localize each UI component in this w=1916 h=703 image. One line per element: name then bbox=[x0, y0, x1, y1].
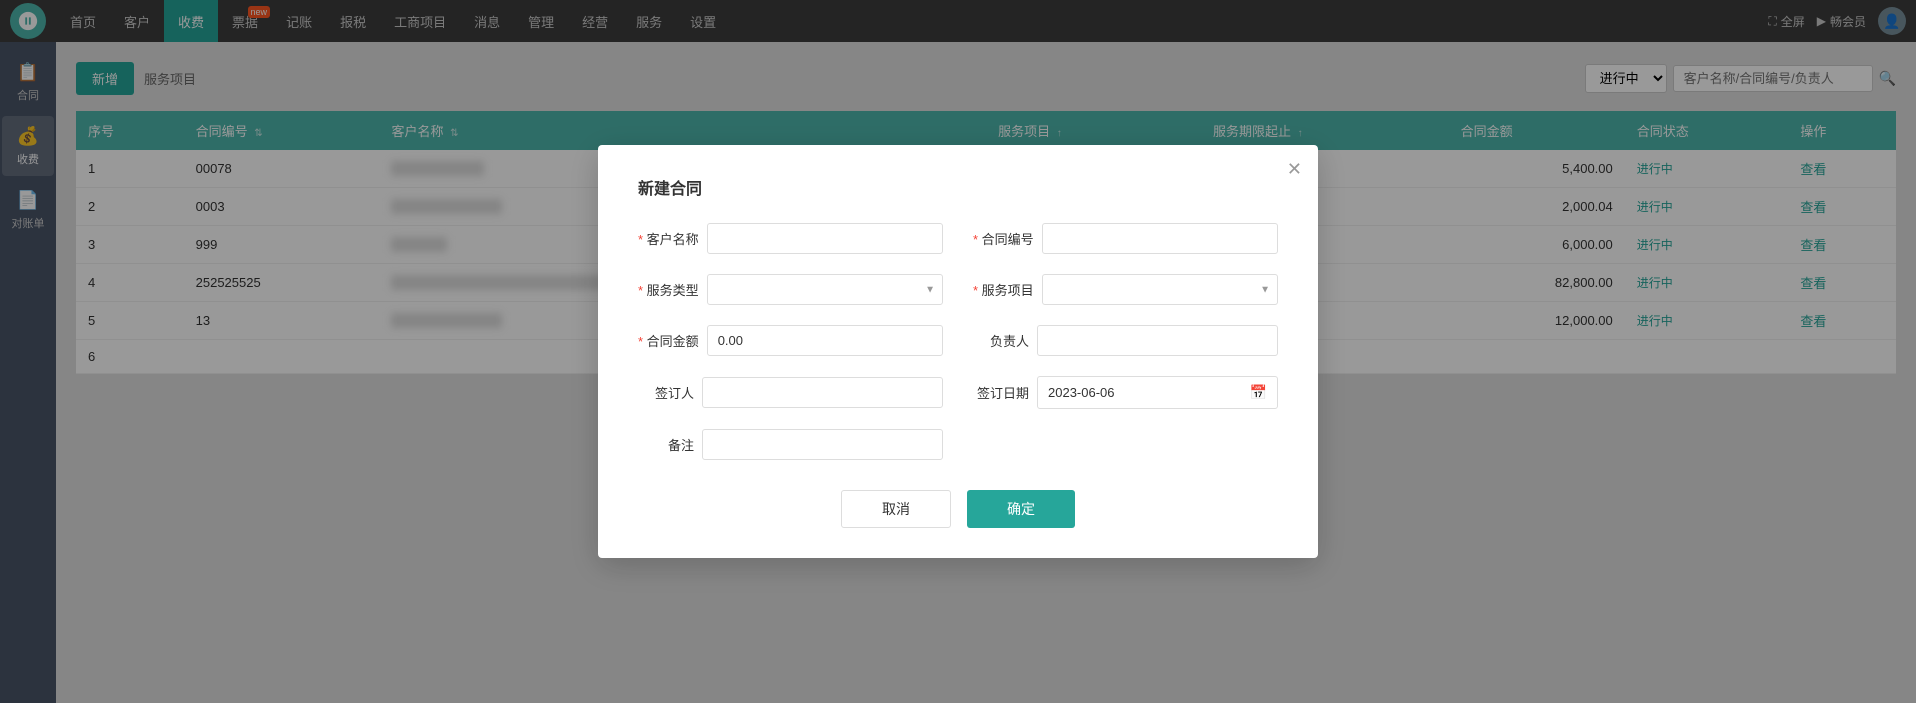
signer-label: 签订人 bbox=[638, 383, 694, 402]
modal-title: 新建合同 bbox=[638, 175, 1278, 199]
form-group-signer: 签订人 bbox=[638, 376, 943, 409]
form-row-1: 客户名称 合同编号 bbox=[638, 223, 1278, 254]
responsible-person-input[interactable] bbox=[1037, 325, 1278, 356]
service-item-select-wrap: ▼ bbox=[1042, 274, 1278, 305]
contract-amount-input[interactable] bbox=[707, 325, 943, 356]
contract-no-input[interactable] bbox=[1042, 223, 1278, 254]
form-group-responsible: 负责人 bbox=[973, 325, 1278, 356]
remark-input[interactable] bbox=[702, 429, 943, 460]
remark-label: 备注 bbox=[638, 435, 694, 454]
new-contract-modal: 新建合同 ✕ 客户名称 合同编号 服务类型 ▼ 服务项目 bbox=[598, 145, 1318, 558]
form-group-contract-no: 合同编号 bbox=[973, 223, 1278, 254]
responsible-person-label: 负责人 bbox=[973, 331, 1029, 350]
form-group-service-type: 服务类型 ▼ bbox=[638, 274, 943, 305]
sign-date-field[interactable]: 2023-06-06 📅 bbox=[1037, 376, 1278, 409]
signer-input[interactable] bbox=[702, 377, 943, 408]
service-item-label: 服务项目 bbox=[973, 280, 1034, 299]
form-row-4: 签订人 签订日期 2023-06-06 📅 bbox=[638, 376, 1278, 409]
confirm-button[interactable]: 确定 bbox=[967, 490, 1075, 528]
customer-name-label: 客户名称 bbox=[638, 229, 699, 248]
sign-date-value: 2023-06-06 bbox=[1048, 385, 1115, 400]
form-group-sign-date: 签订日期 2023-06-06 📅 bbox=[973, 376, 1278, 409]
calendar-icon: 📅 bbox=[1250, 384, 1267, 401]
form-row-3: 合同金额 负责人 bbox=[638, 325, 1278, 356]
service-type-select-wrap: ▼ bbox=[707, 274, 943, 305]
form-group-amount: 合同金额 bbox=[638, 325, 943, 356]
form-group-remark: 备注 bbox=[638, 429, 943, 460]
form-group-service-item: 服务项目 ▼ bbox=[973, 274, 1278, 305]
service-item-select[interactable] bbox=[1042, 274, 1278, 305]
form-row-5: 备注 bbox=[638, 429, 1278, 460]
contract-no-label: 合同编号 bbox=[973, 229, 1034, 248]
cancel-button[interactable]: 取消 bbox=[841, 490, 951, 528]
customer-name-input[interactable] bbox=[707, 223, 943, 254]
modal-footer: 取消 确定 bbox=[638, 490, 1278, 528]
service-type-select[interactable] bbox=[707, 274, 943, 305]
modal-close-button[interactable]: ✕ bbox=[1287, 159, 1302, 180]
form-row-2: 服务类型 ▼ 服务项目 ▼ bbox=[638, 274, 1278, 305]
contract-amount-label: 合同金额 bbox=[638, 331, 699, 350]
service-type-label: 服务类型 bbox=[638, 280, 699, 299]
form-group-customer: 客户名称 bbox=[638, 223, 943, 254]
sign-date-label: 签订日期 bbox=[973, 383, 1029, 402]
modal-overlay: 新建合同 ✕ 客户名称 合同编号 服务类型 ▼ 服务项目 bbox=[0, 0, 1916, 703]
